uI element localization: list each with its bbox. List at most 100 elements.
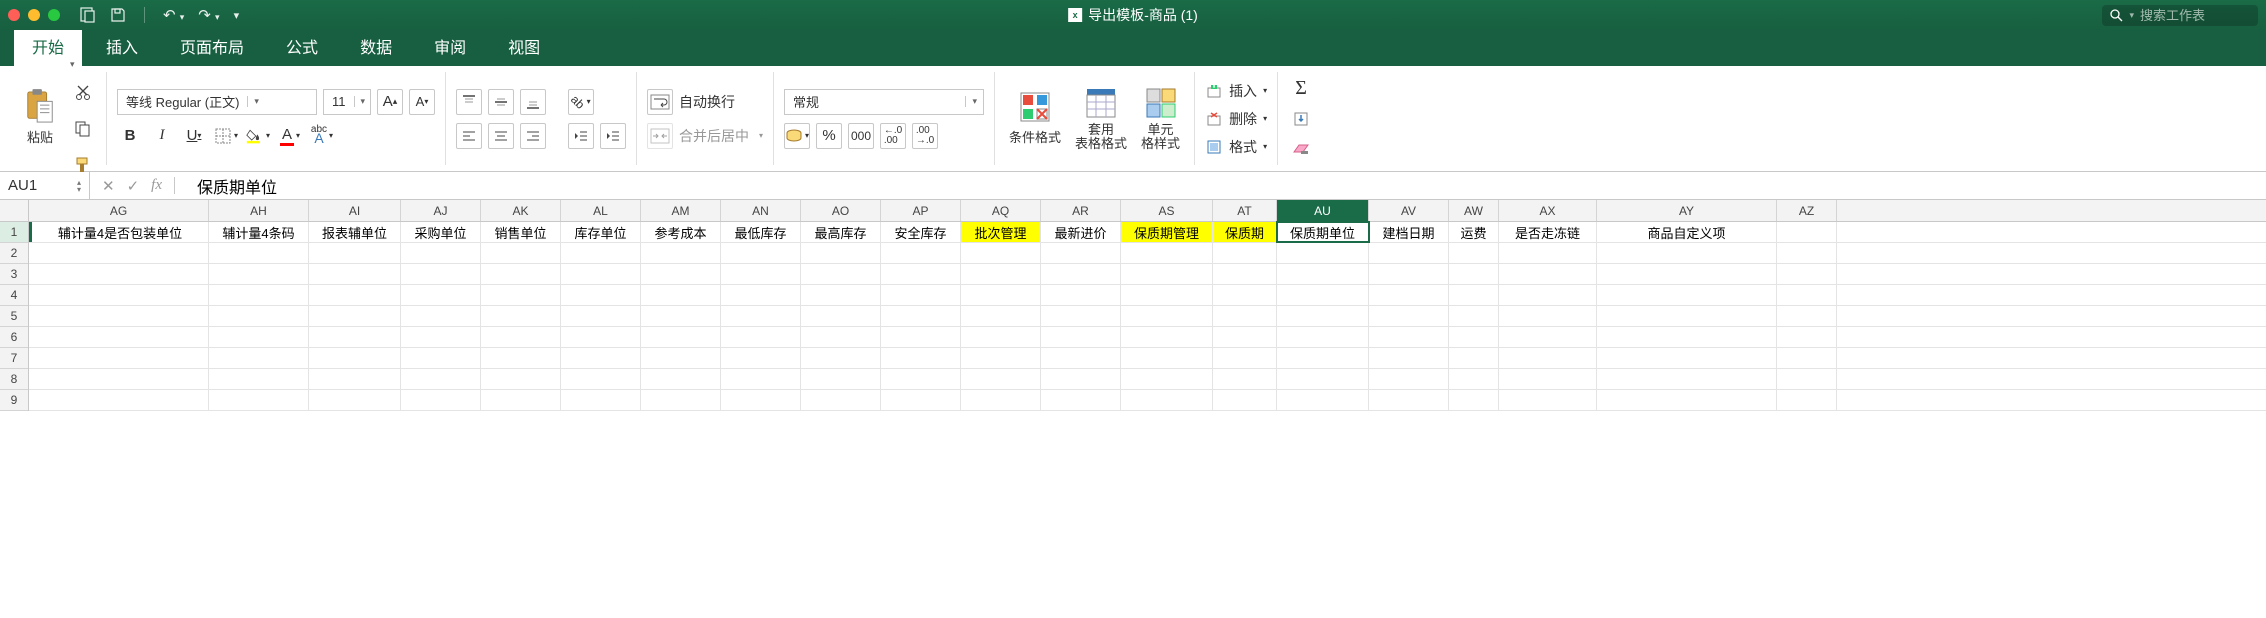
cell-AZ1[interactable] (1777, 222, 1837, 242)
cell-AJ7[interactable] (401, 348, 481, 368)
cell-AY4[interactable] (1597, 285, 1777, 305)
cell-AL9[interactable] (561, 390, 641, 410)
tab-formulas[interactable]: 公式 (268, 26, 336, 66)
cell-AJ4[interactable] (401, 285, 481, 305)
underline-button[interactable]: U ▾ (181, 123, 207, 149)
tab-page-layout[interactable]: 页面布局 (162, 26, 262, 66)
cell-AS9[interactable] (1121, 390, 1213, 410)
save-icon[interactable] (110, 7, 126, 23)
cell-AO7[interactable] (801, 348, 881, 368)
cell-AM3[interactable] (641, 264, 721, 284)
conditional-formatting-button[interactable]: 条件格式 (1005, 89, 1065, 148)
cell-AT4[interactable] (1213, 285, 1277, 305)
cell-AG6[interactable] (29, 327, 209, 347)
search-box[interactable]: ▾ (2102, 5, 2258, 26)
cell-AJ8[interactable] (401, 369, 481, 389)
fill-button[interactable] (1288, 106, 1314, 132)
cell-AH8[interactable] (209, 369, 309, 389)
cell-AH5[interactable] (209, 306, 309, 326)
cell-AZ7[interactable] (1777, 348, 1837, 368)
column-header-AW[interactable]: AW (1449, 200, 1499, 221)
cell-AN1[interactable]: 最低库存 (721, 222, 801, 242)
cell-AG2[interactable] (29, 243, 209, 263)
name-box[interactable]: AU1 ▴▾ (0, 172, 90, 199)
cell-AZ9[interactable] (1777, 390, 1837, 410)
cell-AZ4[interactable] (1777, 285, 1837, 305)
cell-AL4[interactable] (561, 285, 641, 305)
cell-AO9[interactable] (801, 390, 881, 410)
decrease-indent-button[interactable] (568, 123, 594, 149)
cell-AJ1[interactable]: 采购单位 (401, 222, 481, 242)
cell-AW1[interactable]: 运费 (1449, 222, 1499, 242)
cell-styles-button[interactable]: 单元 格样式 (1137, 85, 1184, 153)
tab-review[interactable]: 审阅 (416, 26, 484, 66)
cell-AU1[interactable]: 保质期单位 (1277, 222, 1369, 242)
column-header-AX[interactable]: AX (1499, 200, 1597, 221)
cell-AS5[interactable] (1121, 306, 1213, 326)
formula-input[interactable] (187, 177, 2266, 195)
align-top-button[interactable] (456, 89, 482, 115)
clear-button[interactable] (1288, 136, 1314, 162)
cell-AH2[interactable] (209, 243, 309, 263)
cell-AW9[interactable] (1449, 390, 1499, 410)
cell-AX7[interactable] (1499, 348, 1597, 368)
cell-AR9[interactable] (1041, 390, 1121, 410)
cell-AL1[interactable]: 库存单位 (561, 222, 641, 242)
cell-AI6[interactable] (309, 327, 401, 347)
phonetic-guide-button[interactable]: abcA▾ (309, 123, 335, 149)
cell-AL2[interactable] (561, 243, 641, 263)
cell-AR2[interactable] (1041, 243, 1121, 263)
cell-AI2[interactable] (309, 243, 401, 263)
cell-AV7[interactable] (1369, 348, 1449, 368)
cell-AW8[interactable] (1449, 369, 1499, 389)
paste-dropdown-icon[interactable]: ▾ (70, 59, 96, 70)
search-dropdown-icon[interactable]: ▾ (2129, 10, 2134, 21)
cell-AR5[interactable] (1041, 306, 1121, 326)
cell-AP9[interactable] (881, 390, 961, 410)
cell-AW6[interactable] (1449, 327, 1499, 347)
cell-AQ5[interactable] (961, 306, 1041, 326)
cell-AN4[interactable] (721, 285, 801, 305)
paste-button[interactable]: 粘贴 (20, 89, 60, 148)
cell-AR7[interactable] (1041, 348, 1121, 368)
cell-AY3[interactable] (1597, 264, 1777, 284)
column-header-AY[interactable]: AY (1597, 200, 1777, 221)
cell-AL3[interactable] (561, 264, 641, 284)
save-as-icon[interactable] (80, 7, 96, 23)
cell-AU2[interactable] (1277, 243, 1369, 263)
cell-AJ3[interactable] (401, 264, 481, 284)
cell-AX8[interactable] (1499, 369, 1597, 389)
cell-AK1[interactable]: 销售单位 (481, 222, 561, 242)
cell-AR1[interactable]: 最新进价 (1041, 222, 1121, 242)
column-header-AG[interactable]: AG (29, 200, 209, 221)
cell-AM5[interactable] (641, 306, 721, 326)
cell-AH3[interactable] (209, 264, 309, 284)
delete-cells-button[interactable]: 删除 ▾ (1205, 107, 1267, 131)
cell-AV4[interactable] (1369, 285, 1449, 305)
cell-AN2[interactable] (721, 243, 801, 263)
cell-AG1[interactable]: 辅计量4是否包装单位 (29, 222, 209, 242)
cell-AJ6[interactable] (401, 327, 481, 347)
cell-AT5[interactable] (1213, 306, 1277, 326)
column-header-AS[interactable]: AS (1121, 200, 1213, 221)
cell-AV1[interactable]: 建档日期 (1369, 222, 1449, 242)
cell-AG9[interactable] (29, 390, 209, 410)
cell-AY6[interactable] (1597, 327, 1777, 347)
row-header-6[interactable]: 6 (0, 327, 28, 348)
cell-AR3[interactable] (1041, 264, 1121, 284)
cell-AG4[interactable] (29, 285, 209, 305)
cell-AK5[interactable] (481, 306, 561, 326)
autosum-button[interactable]: Σ (1288, 76, 1314, 102)
cell-AS1[interactable]: 保质期管理 (1121, 222, 1213, 242)
tab-data[interactable]: 数据 (342, 26, 410, 66)
cell-AU6[interactable] (1277, 327, 1369, 347)
cell-AH4[interactable] (209, 285, 309, 305)
spreadsheet-grid[interactable]: 123456789 AGAHAIAJAKALAMANAOAPAQARASATAU… (0, 200, 2266, 411)
cell-AI5[interactable] (309, 306, 401, 326)
cell-AN3[interactable] (721, 264, 801, 284)
cell-AH6[interactable] (209, 327, 309, 347)
copy-icon[interactable] (70, 116, 96, 142)
format-as-table-button[interactable]: 套用 表格格式 (1071, 85, 1131, 153)
cell-AP3[interactable] (881, 264, 961, 284)
align-left-button[interactable] (456, 123, 482, 149)
